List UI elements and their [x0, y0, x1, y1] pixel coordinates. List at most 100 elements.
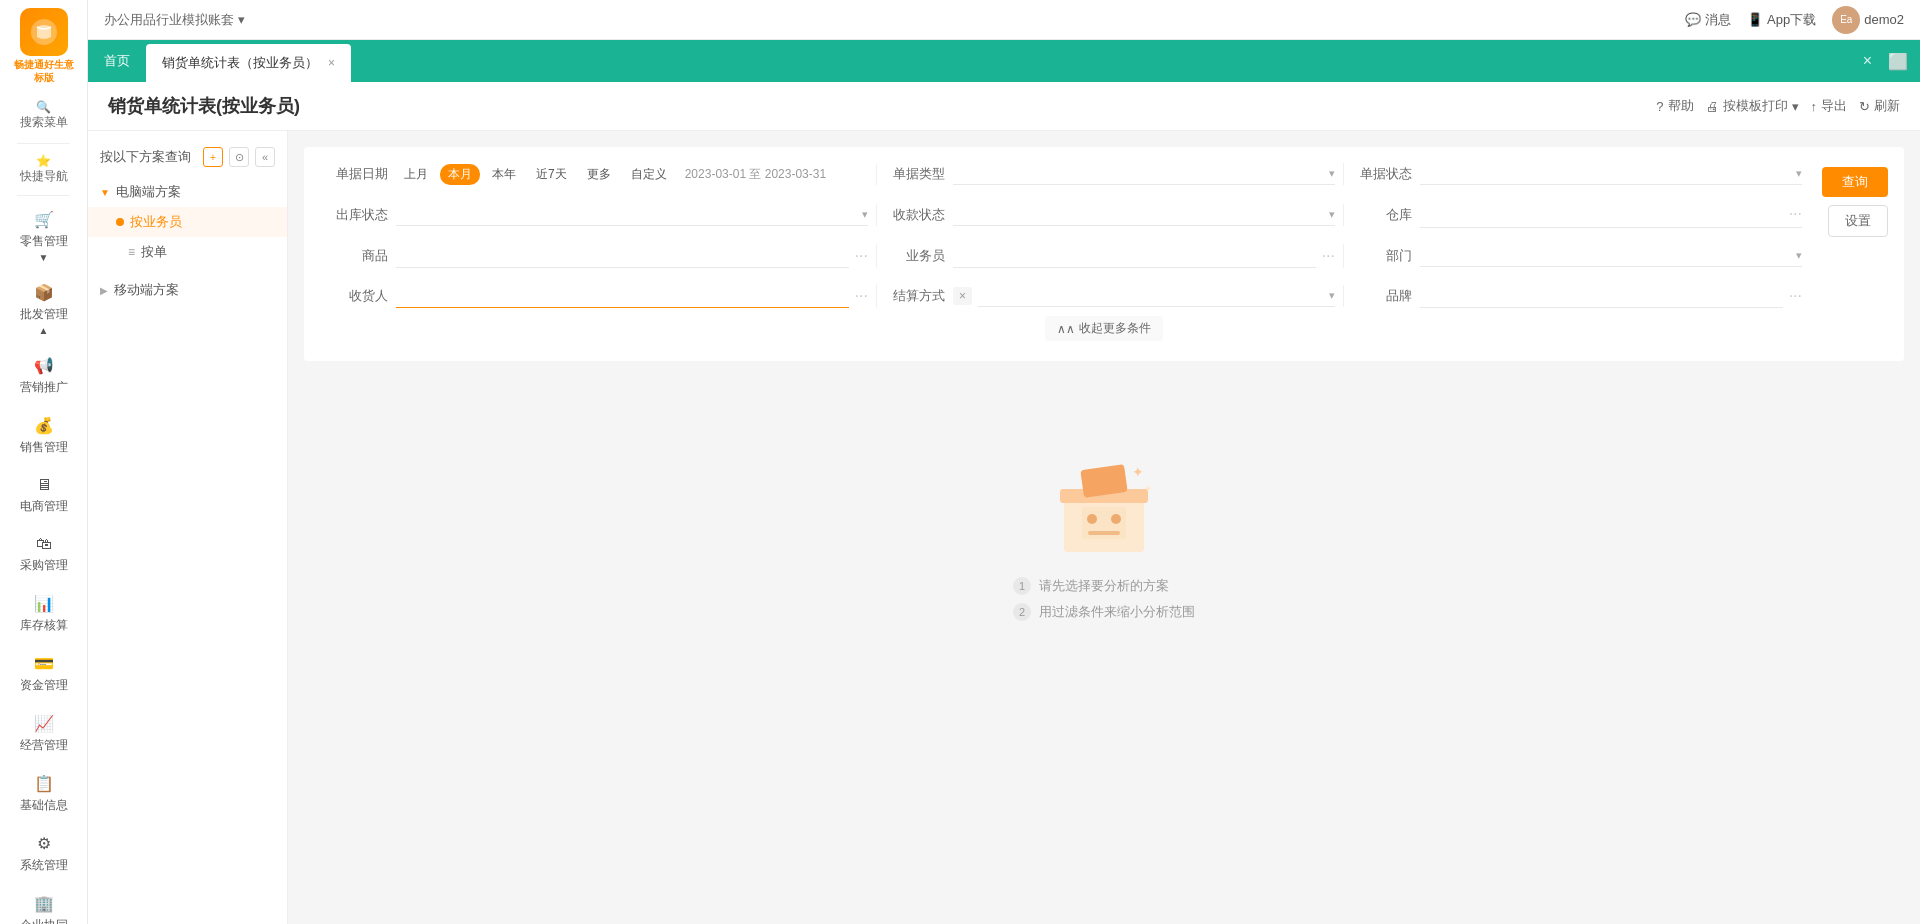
- sidebar-item-ecommerce[interactable]: 🖥 电商管理: [0, 466, 87, 525]
- scheme-order-label: 按单: [141, 243, 167, 261]
- sidebar-search[interactable]: 🔍搜索菜单: [20, 92, 68, 139]
- filter-row-2: 出库状态 ▾ 收款状态: [320, 201, 1810, 228]
- template-print-btn[interactable]: 🖨 按模板打印 ▾: [1706, 97, 1799, 115]
- scheme-item-by-salesperson[interactable]: 按业务员: [88, 207, 287, 237]
- doctype-select[interactable]: ▾: [953, 163, 1335, 185]
- sales-tab-label: 销货单统计表（按业务员）: [162, 54, 318, 72]
- logo[interactable]: 畅捷通好生意 标版: [0, 0, 87, 92]
- sales-icon: 💰: [34, 416, 54, 435]
- brand-input[interactable]: [1420, 284, 1783, 308]
- header-right: 💬 消息 📱 App下载 Ea demo2: [1685, 6, 1904, 34]
- salesperson-input[interactable]: [953, 244, 1316, 268]
- tab-bar-actions: × ⬜: [1859, 48, 1920, 75]
- purchase-icon: 🛍: [36, 535, 52, 553]
- finance-icon: 💳: [34, 654, 54, 673]
- sidebar-item-sales[interactable]: 💰 销售管理: [0, 406, 87, 466]
- settlement-tag-remove[interactable]: ×: [959, 289, 966, 303]
- logo-icon: [20, 8, 68, 56]
- goods-input[interactable]: [396, 244, 849, 268]
- outstatus-arrow-icon: ▾: [862, 208, 868, 221]
- doctype-control: ▾: [953, 163, 1335, 185]
- settlement-select[interactable]: ▾: [978, 285, 1335, 307]
- empty-tips: 1 请先选择要分析的方案 2 用过滤条件来缩小分析范围: [1013, 577, 1195, 629]
- collapse-btn[interactable]: ∧∧ 收起更多条件: [1045, 316, 1163, 341]
- sidebar-item-inventory[interactable]: 📊 库存核算: [0, 584, 87, 644]
- sidebar-item-system[interactable]: ⚙ 系统管理: [0, 824, 87, 884]
- tab-maximize-btn[interactable]: ⬜: [1884, 48, 1912, 75]
- date-btn-more[interactable]: 更多: [579, 164, 619, 185]
- date-control: 上月 本月 本年 近7天 更多 自定义 2023-03-01 至 2023-03…: [396, 164, 868, 185]
- user-menu[interactable]: Ea demo2: [1832, 6, 1904, 34]
- enterprise-icon: 🏢: [34, 894, 54, 913]
- receiver-input[interactable]: [396, 284, 849, 308]
- sidebar-item-retail[interactable]: 🛒 零售管理 ▼: [0, 200, 87, 273]
- docstatus-control: ▾: [1420, 163, 1802, 185]
- tab-close-icon[interactable]: ×: [328, 56, 335, 70]
- filter-fields-area: 单据日期 上月 本月 本年 近7天 更多 自定义: [320, 163, 1810, 308]
- collapse-panel-btn[interactable]: «: [255, 147, 275, 167]
- scheme-item-by-order[interactable]: ≡ 按单: [88, 237, 287, 267]
- sidebar-nav-shortcut[interactable]: ⭐快捷导航: [20, 148, 68, 191]
- salesperson-control: ···: [953, 244, 1335, 268]
- msg-btn[interactable]: 💬 消息: [1685, 11, 1731, 29]
- warehouse-dots-icon: ···: [1789, 205, 1802, 223]
- date-btn-7days[interactable]: 近7天: [528, 164, 575, 185]
- department-select[interactable]: ▾: [1420, 245, 1802, 267]
- sidebar-item-marketing[interactable]: 📢 营销推广: [0, 346, 87, 406]
- warehouse-select[interactable]: ···: [1420, 201, 1802, 228]
- left-panel-header-text: 按以下方案查询: [100, 148, 191, 166]
- app-download-btn[interactable]: 📱 App下载: [1747, 11, 1816, 29]
- date-btn-this-year[interactable]: 本年: [484, 164, 524, 185]
- company-dropdown[interactable]: 办公用品行业模拟账套 ▾: [104, 11, 245, 29]
- filter-row-3: 商品 ··· 业务员: [320, 244, 1810, 268]
- svg-text:✦: ✦: [1132, 464, 1144, 480]
- top-header: 办公用品行业模拟账套 ▾ 💬 消息 📱 App下载 Ea demo2: [88, 0, 1920, 40]
- settings-scheme-btn[interactable]: ⊙: [229, 147, 249, 167]
- pc-scheme-label: 电脑端方案: [116, 183, 181, 201]
- query-btn[interactable]: 查询: [1822, 167, 1888, 197]
- sidebar-item-enterprise[interactable]: 🏢 企业协同: [0, 884, 87, 924]
- date-btn-last-month[interactable]: 上月: [396, 164, 436, 185]
- right-panel: 单据日期 上月 本月 本年 近7天 更多 自定义: [288, 131, 1920, 924]
- filter-field-doctype: 单据类型 ▾: [877, 163, 1344, 185]
- tab-close-btn[interactable]: ×: [1859, 48, 1876, 74]
- add-scheme-btn[interactable]: +: [203, 147, 223, 167]
- settlement-label: 结算方式: [885, 287, 945, 305]
- filter-field-department: 部门 ▾: [1344, 245, 1810, 267]
- receiptstatus-select[interactable]: ▾: [953, 204, 1335, 226]
- basic-icon: 📋: [34, 774, 54, 793]
- settlement-tag: ×: [953, 287, 972, 305]
- sidebar-item-wholesale[interactable]: 📦 批发管理 ▲: [0, 273, 87, 346]
- empty-illustration: ✦ ✦: [1044, 457, 1164, 557]
- tab-home[interactable]: 首页: [88, 40, 146, 82]
- empty-tip-1: 1 请先选择要分析的方案: [1013, 577, 1195, 595]
- company-name: 办公用品行业模拟账套: [104, 11, 234, 29]
- msg-icon: 💬: [1685, 12, 1701, 27]
- sidebar-item-operations[interactable]: 📈 经营管理: [0, 704, 87, 764]
- outstatus-select[interactable]: ▾: [396, 204, 868, 226]
- goods-label: 商品: [328, 247, 388, 265]
- docstatus-select[interactable]: ▾: [1420, 163, 1802, 185]
- date-btn-this-month[interactable]: 本月: [440, 164, 480, 185]
- sidebar-item-purchase[interactable]: 🛍 采购管理: [0, 525, 87, 584]
- sidebar-item-basic[interactable]: 📋 基础信息: [0, 764, 87, 824]
- date-btn-custom[interactable]: 自定义: [623, 164, 675, 185]
- filter-field-docstatus: 单据状态 ▾: [1344, 163, 1810, 185]
- setting-btn[interactable]: 设置: [1828, 205, 1888, 237]
- scheme-group-pc-header[interactable]: ▼ 电脑端方案: [88, 177, 287, 207]
- goods-dots-icon: ···: [855, 247, 868, 265]
- print-icon: 🖨: [1706, 99, 1719, 114]
- refresh-btn[interactable]: ↻ 刷新: [1859, 97, 1900, 115]
- print-dropdown-icon: ▾: [1792, 99, 1799, 114]
- tab-sales-stat[interactable]: 销货单统计表（按业务员） ×: [146, 44, 351, 82]
- help-btn[interactable]: ? 帮助: [1656, 97, 1693, 115]
- scheme-group-mobile-header[interactable]: ▶ 移动端方案: [88, 275, 287, 305]
- department-arrow-icon: ▾: [1796, 249, 1802, 262]
- receiptstatus-label: 收款状态: [885, 206, 945, 224]
- retail-icon: 🛒: [34, 210, 54, 229]
- sidebar-item-finance[interactable]: 💳 资金管理: [0, 644, 87, 704]
- date-range-text: 2023-03-01 至 2023-03-31: [685, 166, 826, 183]
- export-btn[interactable]: ↑ 导出: [1811, 97, 1848, 115]
- user-avatar: Ea: [1832, 6, 1860, 34]
- receiver-label: 收货人: [328, 287, 388, 305]
